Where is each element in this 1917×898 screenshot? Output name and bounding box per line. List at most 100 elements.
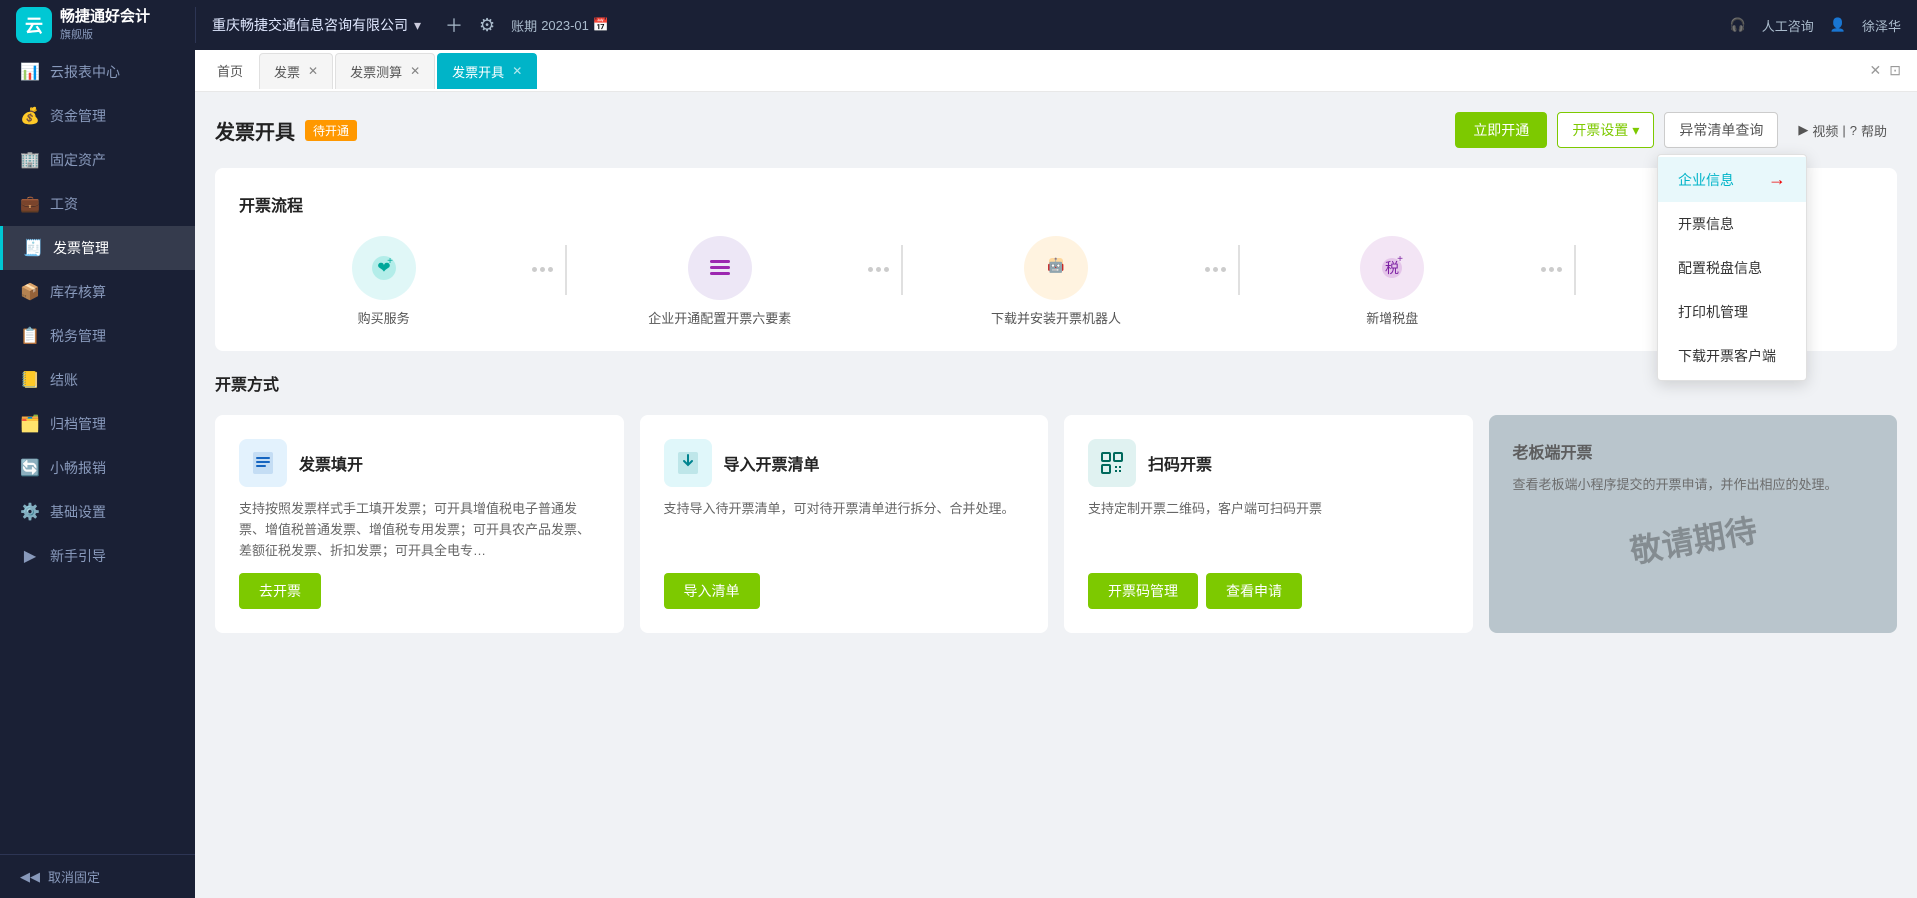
sidebar-item-fund[interactable]: 💰 资金管理	[0, 94, 195, 138]
scan-header: 扫码开票	[1088, 439, 1449, 487]
tab-close-all-icon[interactable]: ✕	[1870, 62, 1882, 79]
fixed-assets-icon: 🏢	[20, 150, 40, 170]
methods-section: 开票方式 发票填开 支持按照发票样式手工填开发票；可开具增值税电子普通发票、增值…	[215, 371, 1897, 633]
sidebar-bottom: ◀◀ 取消固定	[0, 854, 195, 898]
video-help-button[interactable]: ▶ 视频 | ? 帮助	[1788, 114, 1897, 147]
tab-invoice-open-close-icon[interactable]: ✕	[512, 64, 522, 78]
dropdown-tax-config-label: 配置税盘信息	[1678, 260, 1762, 276]
logo-sub: 旗舰版	[60, 26, 150, 42]
config-icon	[688, 236, 752, 300]
scan-view-apply-btn[interactable]: 查看申请	[1206, 573, 1302, 609]
tab-home[interactable]: 首页	[203, 53, 257, 89]
page-content: 发票开具 待开通 立即开通 开票设置 ▾ 异常清单查询 ▶ 视频	[195, 92, 1917, 898]
topbar-mid: ＋ ⚙ 账期 2023-01 📅	[445, 12, 609, 38]
salary-icon: 💼	[20, 194, 40, 214]
sidebar-item-report-sales[interactable]: 🔄 小畅报销	[0, 446, 195, 490]
scan-invoice-title: 扫码开票	[1148, 451, 1212, 475]
headset-icon: 🎧	[1730, 17, 1746, 33]
svg-text:🤖: 🤖	[1047, 257, 1064, 274]
tab-invoice-calc-close-icon[interactable]: ✕	[410, 64, 420, 78]
sidebar-item-inventory[interactable]: 📦 库存核算	[0, 270, 195, 314]
sidebar-label-salary: 工资	[50, 194, 78, 214]
logo-area: 云 畅捷通好会计 旗舰版	[16, 7, 196, 43]
boss-invoice-title: 老板端开票	[1513, 439, 1593, 463]
calendar-icon[interactable]: 📅	[593, 17, 609, 33]
page-title-area: 发票开具 待开通	[215, 116, 357, 145]
sidebar-label-accounting: 结账	[50, 370, 78, 390]
dropdown-item-printer[interactable]: 打印机管理	[1658, 290, 1806, 334]
tab-invoice[interactable]: 发票 ✕	[259, 53, 333, 89]
tab-maximize-icon[interactable]: ⊡	[1889, 62, 1901, 79]
cancel-fixed-icon: ◀◀	[20, 869, 40, 885]
sidebar-item-invoice[interactable]: 🧾 发票管理	[0, 226, 195, 270]
tab-invoice-open[interactable]: 发票开具 ✕	[437, 53, 537, 89]
sidebar-item-archive[interactable]: 🗂️ 归档管理	[0, 402, 195, 446]
sidebar-label-fund: 资金管理	[50, 106, 106, 126]
sidebar-item-tax[interactable]: 📋 税务管理	[0, 314, 195, 358]
dropdown-arrow-icon: ▾	[414, 17, 421, 34]
boss-header: 老板端开票	[1513, 439, 1874, 463]
scan-qr-mgmt-btn[interactable]: 开票码管理	[1088, 573, 1198, 609]
tab-home-label: 首页	[217, 61, 243, 80]
exception-list-button[interactable]: 异常清单查询	[1664, 112, 1778, 148]
settings-icon[interactable]: ⚙	[479, 15, 495, 36]
play-icon: ▶	[1798, 122, 1808, 138]
flow-step-tax-disk: 税+ 新增税盘	[1248, 236, 1537, 327]
sidebar-item-guide[interactable]: ▶ 新手引导	[0, 534, 195, 578]
method-card-scan: 扫码开票 支持定制开票二维码，客户端可扫码开票 开票码管理 查看申请	[1064, 415, 1473, 633]
flow-step-buy: ❤+ 购买服务	[239, 236, 528, 327]
cloud-report-icon: 📊	[20, 62, 40, 82]
tax-icon: 📋	[20, 326, 40, 346]
sidebar-label-invoice: 发票管理	[53, 238, 109, 258]
dropdown-company-info-label: 企业信息	[1678, 170, 1734, 190]
sidebar-label-fixed-assets: 固定资产	[50, 150, 106, 170]
sidebar-cancel-btn[interactable]: ◀◀ 取消固定	[0, 855, 195, 898]
tab-invoice-close-icon[interactable]: ✕	[308, 64, 318, 78]
sidebar-item-cloud-report[interactable]: 📊 云报表中心	[0, 50, 195, 94]
scan-btns: 开票码管理 查看申请	[1088, 573, 1449, 609]
sidebar-item-fixed-assets[interactable]: 🏢 固定资产	[0, 138, 195, 182]
methods-grid: 发票填开 支持按照发票样式手工填开发票；可开具增值税电子普通发票、增值税普通发票…	[215, 415, 1897, 633]
tab-invoice-calc-label: 发票测算	[350, 62, 402, 81]
main-area: 📊 云报表中心 💰 资金管理 🏢 固定资产 💼 工资 🧾 发票管理 📦	[0, 50, 1917, 898]
dropdown-item-tax-config[interactable]: 配置税盘信息	[1658, 246, 1806, 290]
tax-disk-icon: 税+	[1360, 236, 1424, 300]
tax-disk-label: 新增税盘	[1366, 308, 1418, 327]
flow-step-config: 企业开通配置开票六要素	[575, 236, 864, 327]
fill-invoice-btn[interactable]: 去开票	[239, 573, 321, 609]
sidebar-item-settings[interactable]: ⚙️ 基础设置	[0, 490, 195, 534]
import-invoice-btn[interactable]: 导入清单	[664, 573, 760, 609]
period-value: 2023-01	[541, 18, 589, 33]
chevron-down-icon: ▾	[1632, 122, 1639, 139]
sidebar-item-salary[interactable]: 💼 工资	[0, 182, 195, 226]
archive-icon: 🗂️	[20, 414, 40, 434]
sidebar-label-inventory: 库存核算	[50, 282, 106, 302]
buy-service-icon: ❤+	[352, 236, 416, 300]
dropdown-item-invoice-info[interactable]: 开票信息	[1658, 202, 1806, 246]
app-container: 云 畅捷通好会计 旗舰版 重庆畅捷交通信息咨询有限公司 ▾ ＋ ⚙ 账期 202…	[0, 0, 1917, 898]
import-invoice-icon	[664, 439, 712, 487]
company-name: 重庆畅捷交通信息咨询有限公司	[212, 15, 408, 35]
cancel-fixed-label: 取消固定	[48, 867, 100, 886]
header-actions: 立即开通 开票设置 ▾ 异常清单查询 ▶ 视频 | ? 帮助	[1455, 112, 1897, 148]
sidebar-label-guide: 新手引导	[50, 546, 106, 566]
scan-invoice-desc: 支持定制开票二维码，客户端可扫码开票	[1088, 499, 1449, 520]
dropdown-item-company-info[interactable]: 企业信息 →	[1658, 157, 1806, 202]
flow-divider-4	[1574, 245, 1576, 295]
import-invoice-title: 导入开票清单	[724, 451, 820, 475]
scan-invoice-icon	[1088, 439, 1136, 487]
sidebar-item-accounting[interactable]: 📒 结账	[0, 358, 195, 402]
sidebar-label-settings: 基础设置	[50, 502, 106, 522]
add-button[interactable]: ＋	[445, 12, 463, 38]
activate-button[interactable]: 立即开通	[1455, 112, 1547, 148]
settings-dropdown-menu: 企业信息 → 开票信息 配置税盘信息 打印机管理	[1657, 154, 1807, 381]
period-label: 账期	[511, 16, 537, 35]
dropdown-item-download-client[interactable]: 下载开票客户端	[1658, 334, 1806, 378]
config-label: 企业开通配置开票六要素	[648, 308, 791, 327]
settings-dropdown-button[interactable]: 开票设置 ▾	[1557, 112, 1654, 148]
company-selector[interactable]: 重庆畅捷交通信息咨询有限公司 ▾	[212, 15, 421, 35]
tab-invoice-calc[interactable]: 发票测算 ✕	[335, 53, 435, 89]
connector-1	[528, 267, 557, 272]
consult-label[interactable]: 人工咨询	[1762, 16, 1814, 35]
flow-section: 开票流程 ❤+ 购买服务	[215, 168, 1897, 351]
